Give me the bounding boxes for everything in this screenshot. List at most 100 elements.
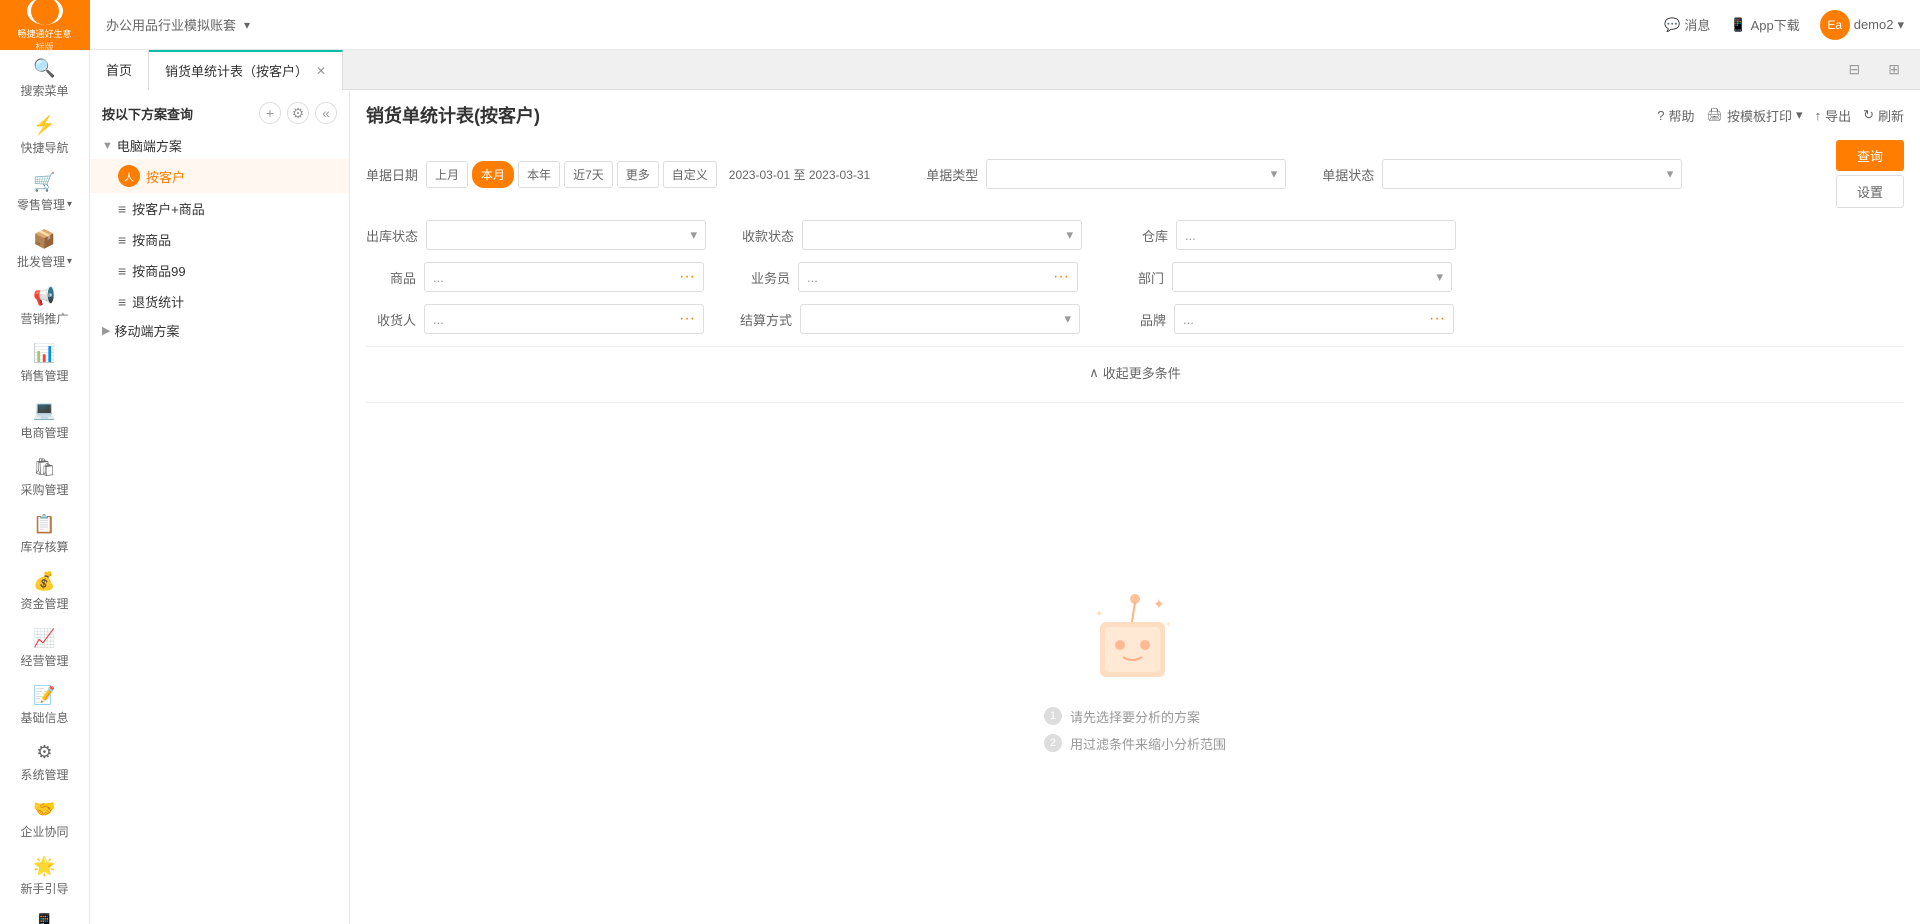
active-scheme-indicator: 人 <box>118 165 140 187</box>
scheme-item-by-product[interactable]: ≡ 按商品 <box>90 224 349 255</box>
minimize-icon[interactable]: ⊟ <box>1837 61 1873 78</box>
collapse-panel-button[interactable]: « <box>315 102 337 124</box>
warehouse-select[interactable]: ... <box>1176 220 1456 250</box>
gear-icon: ⚙ <box>292 105 305 122</box>
print-button[interactable]: 🖨 按模板打印 ▾ <box>1707 106 1803 125</box>
avatar: Ea <box>1820 10 1850 40</box>
tab-home-label: 首页 <box>106 60 132 79</box>
query-button[interactable]: 查询 <box>1836 140 1904 171</box>
date-btn-last-month[interactable]: 上月 <box>426 161 468 188</box>
app-download-button[interactable]: 📱 App下载 <box>1730 15 1799 34</box>
svg-text:✦: ✦ <box>1153 596 1165 612</box>
receiver-dots[interactable]: ··· <box>679 310 695 328</box>
sidebar-item-newbie[interactable]: 🌟 新手引导 <box>0 848 90 905</box>
receipt-status-dropdown-icon: ▾ <box>1067 227 1074 243</box>
order-status-select[interactable]: ▾ <box>1382 159 1682 189</box>
date-range: 2023-03-01 至 2023-03-31 <box>729 166 870 183</box>
empty-svg: ✦ ✦ ✦ <box>1075 567 1195 687</box>
tab-home[interactable]: 首页 <box>90 50 149 90</box>
out-status-label: 出库状态 <box>366 226 418 245</box>
order-status-dropdown-icon: ▾ <box>1667 166 1674 182</box>
sidebar-item-retail[interactable]: 🛒 零售管理 ▾ <box>0 164 90 221</box>
help-button[interactable]: ? 帮助 <box>1657 106 1694 125</box>
sidebar-item-search-menu[interactable]: 🔍 搜索菜单 <box>0 50 90 107</box>
scheme-item-by-customer[interactable]: 人 按客户 <box>90 159 349 193</box>
scheme-by-product-99-label: 按商品99 <box>132 261 185 280</box>
sidebar-item-sales[interactable]: 📊 销售管理 <box>0 335 90 392</box>
settings-button[interactable]: 设置 <box>1836 175 1904 208</box>
product-placeholder: ... <box>433 270 444 285</box>
customer-icon: 人 <box>124 169 134 184</box>
sidebar-item-basic[interactable]: 📝 基础信息 <box>0 677 90 734</box>
sidebar-item-operation[interactable]: 📈 经营管理 <box>0 620 90 677</box>
collapse-icon: « <box>322 105 330 121</box>
sidebar-item-inventory[interactable]: 📋 库存核算 <box>0 506 90 563</box>
sidebar-item-purchase[interactable]: 🛍 采购管理 <box>0 449 90 506</box>
brand-select[interactable]: ... ··· <box>1174 304 1454 334</box>
finance-icon: 💰 <box>33 571 55 592</box>
maximize-icon[interactable]: ⊞ <box>1876 61 1912 78</box>
brand-dots[interactable]: ··· <box>1429 310 1445 328</box>
scheme-item-return-stat[interactable]: ≡ 退货统计 <box>90 286 349 317</box>
sidebar-item-quick-nav-label: 快捷导航 <box>20 139 68 156</box>
salesperson-dots[interactable]: ··· <box>1053 268 1069 286</box>
svg-text:✦: ✦ <box>1095 609 1103 620</box>
sidebar-item-retail-label: 零售管理 <box>17 196 65 213</box>
sidebar-item-app-center[interactable]: 📱 应用中心 <box>0 905 90 924</box>
scheme-item-by-customer-product[interactable]: ≡ 按客户+商品 <box>90 193 349 224</box>
receiver-select[interactable]: ... ··· <box>424 304 704 334</box>
sidebar-item-wholesale[interactable]: 📦 批发管理 ▾ <box>0 221 90 278</box>
empty-hint-2: 2 用过滤条件来缩小分析范围 <box>1044 734 1226 753</box>
sidebar-item-system[interactable]: ⚙ 系统管理 <box>0 734 90 791</box>
scheme-group-mobile: ▶ 移动端方案 <box>90 317 349 344</box>
refresh-button[interactable]: ↻ 刷新 <box>1863 106 1904 125</box>
add-scheme-button[interactable]: + <box>259 102 281 124</box>
export-button[interactable]: ↑ 导出 <box>1815 106 1852 125</box>
message-button[interactable]: 💬 消息 <box>1664 15 1710 34</box>
filter-item-receipt-status: 收款状态 ▾ <box>742 220 1082 250</box>
tab-close-icon[interactable]: ✕ <box>316 64 326 78</box>
date-btn-more[interactable]: 更多 <box>617 161 659 188</box>
filter-item-order-type: 单据类型 ▾ <box>926 159 1286 189</box>
sidebar-item-quick-nav[interactable]: ⚡ 快捷导航 <box>0 107 90 164</box>
scheme-by-customer-product-label: 按客户+商品 <box>132 199 205 218</box>
sidebar-item-marketing[interactable]: 📢 营销推广 <box>0 278 90 335</box>
product-dots[interactable]: ··· <box>679 268 695 286</box>
department-select[interactable]: ▾ <box>1172 262 1452 292</box>
order-type-select[interactable]: ▾ <box>986 159 1286 189</box>
product-99-icon: ≡ <box>118 263 126 279</box>
sidebar-item-purchase-label: 采购管理 <box>20 481 68 498</box>
receipt-status-label: 收款状态 <box>742 226 794 245</box>
sidebar-item-enterprise[interactable]: 🤝 企业协同 <box>0 791 90 848</box>
tab-sales-stat[interactable]: 销货单统计表（按客户） ✕ <box>149 50 343 90</box>
settlement-select[interactable]: ▾ <box>800 304 1080 334</box>
collapse-arrow-icon: ∧ <box>1089 365 1099 381</box>
collapse-button[interactable]: ∧ 收起更多条件 <box>1089 355 1181 390</box>
date-btn-this-month[interactable]: 本月 <box>472 161 514 188</box>
sidebar-item-wholesale-label: 批发管理 <box>17 253 65 270</box>
user-dropdown-icon: ▾ <box>1897 17 1904 33</box>
order-type-label: 单据类型 <box>926 165 978 184</box>
department-label: 部门 <box>1114 268 1164 287</box>
help-label: 帮助 <box>1668 106 1694 125</box>
scheme-settings-button[interactable]: ⚙ <box>287 102 309 124</box>
salesperson-select[interactable]: ... ··· <box>798 262 1078 292</box>
filter-item-out-status: 出库状态 ▾ <box>366 220 706 250</box>
scheme-item-by-product-99[interactable]: ≡ 按商品99 <box>90 255 349 286</box>
user-profile[interactable]: Ea demo2 ▾ <box>1820 10 1904 40</box>
date-btn-7days[interactable]: 近7天 <box>564 161 613 188</box>
out-status-select[interactable]: ▾ <box>426 220 706 250</box>
date-btn-custom[interactable]: 自定义 <box>663 161 717 188</box>
enterprise-icon: 🤝 <box>33 799 55 820</box>
date-btn-this-year[interactable]: 本年 <box>518 161 560 188</box>
ecommerce-icon: 💻 <box>33 400 55 421</box>
sidebar-item-ecommerce[interactable]: 💻 电商管理 <box>0 392 90 449</box>
scheme-group-mobile-header[interactable]: ▶ 移动端方案 <box>90 317 349 344</box>
sidebar-item-finance[interactable]: 💰 资金管理 <box>0 563 90 620</box>
breadcrumb-dropdown-icon[interactable]: ▾ <box>244 18 250 32</box>
product-select[interactable]: ... ··· <box>424 262 704 292</box>
scheme-group-desktop-header[interactable]: ▼ 电脑端方案 <box>90 132 349 159</box>
settlement-dropdown-icon: ▾ <box>1064 311 1071 327</box>
system-icon: ⚙ <box>36 742 52 763</box>
receipt-status-select[interactable]: ▾ <box>802 220 1082 250</box>
